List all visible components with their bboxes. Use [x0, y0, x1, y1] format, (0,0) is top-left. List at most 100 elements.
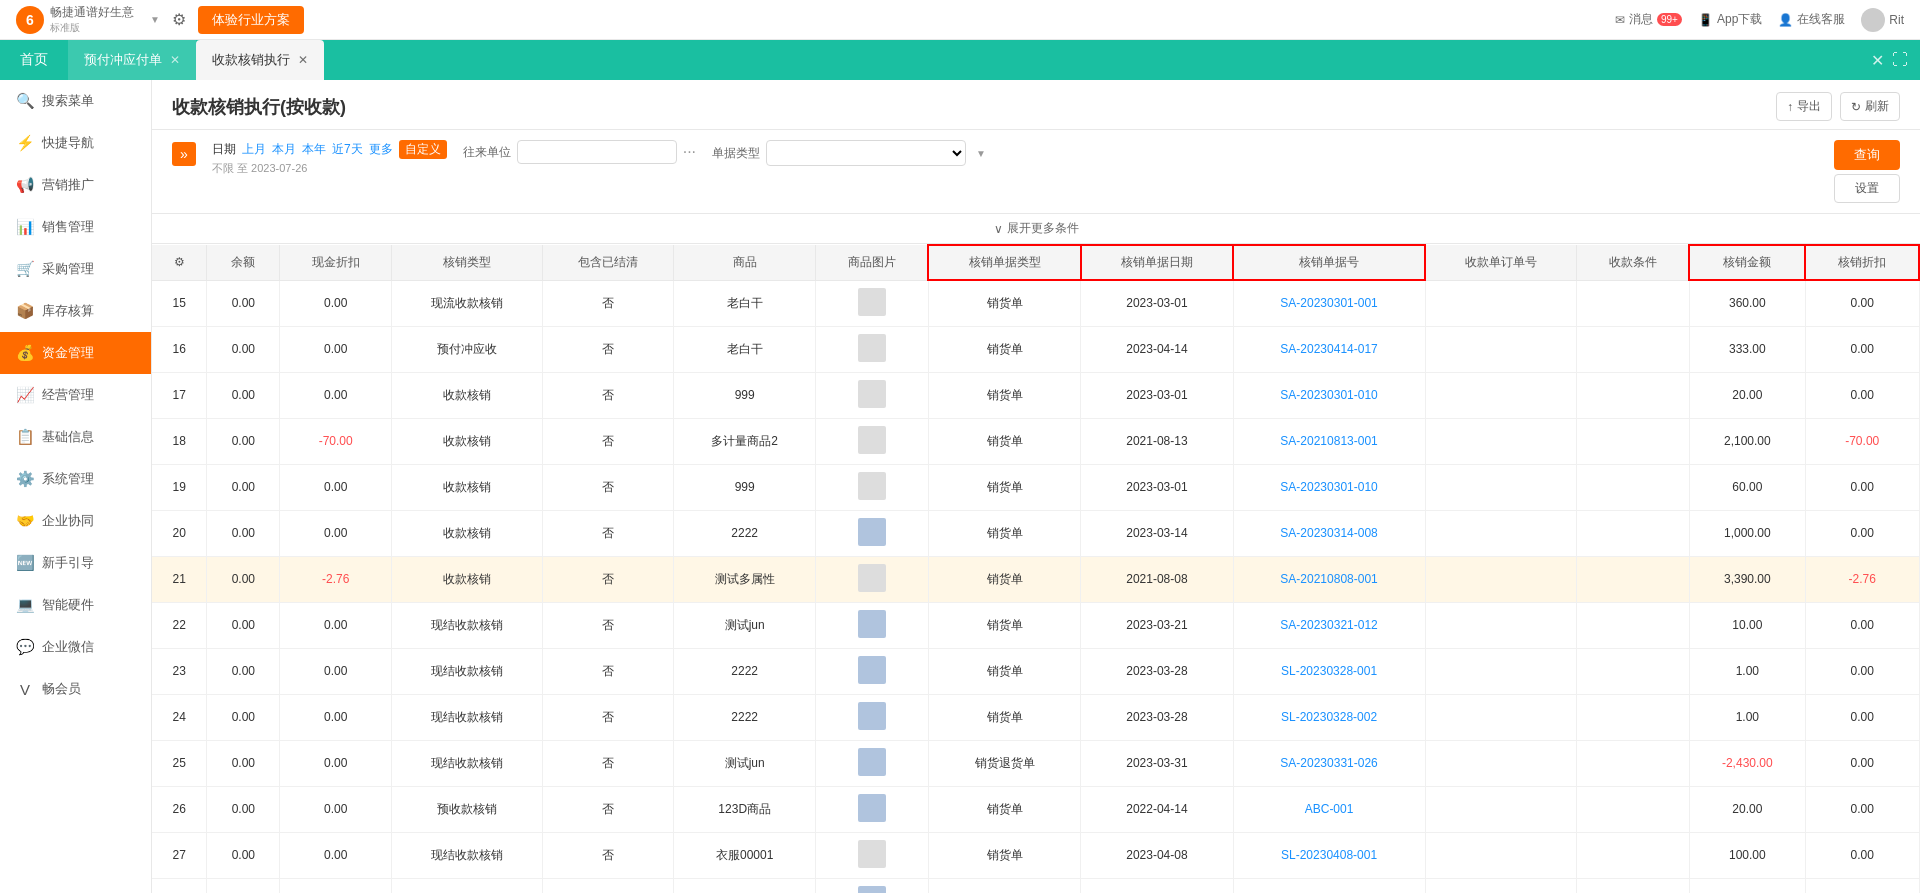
- filter-date-more[interactable]: 更多: [369, 141, 393, 158]
- cell-balance: 0.00: [207, 372, 280, 418]
- export-button[interactable]: ↑ 导出: [1776, 92, 1832, 121]
- filter-settings-button[interactable]: 设置: [1834, 174, 1900, 203]
- tab-minimize-icon[interactable]: ✕: [1871, 51, 1884, 70]
- sidebar-item-search[interactable]: 🔍 搜索菜单: [0, 80, 151, 122]
- sidebar-item-member[interactable]: V 畅会员: [0, 668, 151, 710]
- newbie-icon: 🆕: [16, 554, 34, 572]
- filter-date-year[interactable]: 本年: [302, 141, 326, 158]
- cell-row-no: 18: [152, 418, 207, 464]
- tab-prepay[interactable]: 预付冲应付单 ✕: [68, 40, 196, 80]
- refresh-button[interactable]: ↻ 刷新: [1840, 92, 1900, 121]
- cell-bill-no[interactable]: SA-20230301-001: [1280, 296, 1377, 310]
- cell-bill-no[interactable]: SA-20230321-012: [1233, 602, 1425, 648]
- cell-bill-no[interactable]: SL-20230328-001: [1281, 664, 1377, 678]
- sidebar-item-operations[interactable]: 📈 经营管理: [0, 374, 151, 416]
- sidebar-item-marketing[interactable]: 📢 营销推广: [0, 164, 151, 206]
- sidebar-item-sales[interactable]: 📊 销售管理: [0, 206, 151, 248]
- filter-date-recent[interactable]: 近7天: [332, 141, 363, 158]
- filter-partner-input[interactable]: [517, 140, 677, 164]
- message-button[interactable]: ✉ 消息 99+: [1615, 11, 1682, 28]
- cell-bill-no[interactable]: SL-20230328-002: [1281, 710, 1377, 724]
- industry-btn[interactable]: 体验行业方案: [198, 6, 304, 34]
- table-row: 160.000.00预付冲应收否老白干销货单2023-04-14SA-20230…: [152, 326, 1919, 372]
- cell-bill-no[interactable]: SA-20230414-017: [1280, 342, 1377, 356]
- online-service-button[interactable]: 👤 在线客服: [1778, 11, 1845, 28]
- tab-home[interactable]: 首页: [0, 40, 68, 80]
- cell-writeoff-discount: 0.00: [1805, 786, 1919, 832]
- sidebar-item-hardware[interactable]: 💻 智能硬件: [0, 584, 151, 626]
- cell-bill-no[interactable]: SA-20230321-012: [1280, 618, 1377, 632]
- sidebar-item-newbie[interactable]: 🆕 新手引导: [0, 542, 151, 584]
- logo-dropdown-icon[interactable]: ▼: [150, 14, 160, 25]
- cell-bill-no[interactable]: SA-20210813-001: [1233, 418, 1425, 464]
- cell-balance: 0.00: [207, 418, 280, 464]
- cell-bill-no[interactable]: SA-20210808-001: [1280, 572, 1377, 586]
- tab-writeoff[interactable]: 收款核销执行 ✕: [196, 40, 324, 80]
- cell-writeoff-discount: 0.00: [1805, 372, 1919, 418]
- cell-bill-no[interactable]: SA-20230314-008: [1233, 510, 1425, 556]
- col-header-include-settled: 包含已结清: [542, 245, 673, 280]
- cell-bill-no[interactable]: SA-20230301-010: [1233, 464, 1425, 510]
- cell-bill-no[interactable]: SL-20230328-002: [1233, 694, 1425, 740]
- cell-bill-no[interactable]: SA-20230301-010: [1280, 480, 1377, 494]
- cell-bill-no[interactable]: ABC-001: [1233, 786, 1425, 832]
- sidebar-item-label: 智能硬件: [42, 596, 94, 614]
- cell-bill-no[interactable]: SL-20230418-001: [1233, 878, 1425, 893]
- sidebar-item-purchase[interactable]: 🛒 采购管理: [0, 248, 151, 290]
- sidebar-item-system[interactable]: ⚙️ 系统管理: [0, 458, 151, 500]
- filter-expand-button[interactable]: »: [172, 142, 196, 166]
- cell-bill-no[interactable]: SA-20230414-017: [1233, 326, 1425, 372]
- table-row: 150.000.00现流收款核销否老白干销货单2023-03-01SA-2023…: [152, 280, 1919, 326]
- expand-more-label: 展开更多条件: [1007, 220, 1079, 237]
- filter-partner-dots[interactable]: ···: [683, 143, 696, 161]
- settings-gear-icon[interactable]: ⚙: [172, 10, 186, 29]
- export-icon: ↑: [1787, 100, 1793, 114]
- user-menu[interactable]: Rit: [1861, 8, 1904, 32]
- cell-bill-no[interactable]: SA-20230301-001: [1233, 280, 1425, 326]
- goods-image: [858, 610, 886, 638]
- sidebar-item-inventory[interactable]: 📦 库存核算: [0, 290, 151, 332]
- filter-date-current[interactable]: 本月: [272, 141, 296, 158]
- sidebar-item-quicknav[interactable]: ⚡ 快捷导航: [0, 122, 151, 164]
- cell-bill-no[interactable]: SL-20230328-001: [1233, 648, 1425, 694]
- sidebar-item-basic-info[interactable]: 📋 基础信息: [0, 416, 151, 458]
- cell-writeoff-type: 现流收款核销: [392, 878, 543, 893]
- cell-bill-no[interactable]: SL-20230408-001: [1233, 832, 1425, 878]
- filter-date-custom[interactable]: 自定义: [399, 140, 447, 159]
- cell-bill-no[interactable]: SA-20210808-001: [1233, 556, 1425, 602]
- filter-date-prev[interactable]: 上月: [242, 141, 266, 158]
- cell-include-settled: 否: [542, 602, 673, 648]
- sidebar-item-wechat[interactable]: 💬 企业微信: [0, 626, 151, 668]
- sales-icon: 📊: [16, 218, 34, 236]
- cell-goods: 老白干: [674, 326, 816, 372]
- cell-bill-date: 2021-08-13: [1081, 418, 1233, 464]
- page-header: 收款核销执行(按收款) ↑ 导出 ↻ 刷新: [152, 80, 1920, 130]
- cell-bill-no[interactable]: SA-20230301-010: [1233, 372, 1425, 418]
- cell-bill-no[interactable]: SL-20230408-001: [1281, 848, 1377, 862]
- tab-maximize-icon[interactable]: ⛶: [1892, 51, 1908, 69]
- cell-cash-discount: 0.00: [280, 464, 392, 510]
- cell-bill-no[interactable]: SA-20230331-026: [1233, 740, 1425, 786]
- cell-bill-no[interactable]: SA-20230314-008: [1280, 526, 1377, 540]
- app-download-button[interactable]: 📱 App下载: [1698, 11, 1762, 28]
- cell-row-no: 27: [152, 832, 207, 878]
- sidebar-item-finance[interactable]: 💰 资金管理: [0, 332, 151, 374]
- tab-writeoff-close-icon[interactable]: ✕: [298, 53, 308, 67]
- cell-bill-no[interactable]: SA-20210813-001: [1280, 434, 1377, 448]
- system-icon: ⚙️: [16, 470, 34, 488]
- cell-bill-type: 销货单: [928, 694, 1080, 740]
- sidebar-item-collab[interactable]: 🤝 企业协同: [0, 500, 151, 542]
- goods-image: [858, 794, 886, 822]
- tab-prepay-close-icon[interactable]: ✕: [170, 53, 180, 67]
- cell-writeoff-discount: 0.00: [1805, 878, 1919, 893]
- sidebar-item-label: 销售管理: [42, 218, 94, 236]
- cell-bill-no[interactable]: ABC-001: [1305, 802, 1354, 816]
- goods-image: [858, 518, 886, 546]
- cell-bill-no[interactable]: SA-20230331-026: [1280, 756, 1377, 770]
- expand-more-button[interactable]: ∨ 展开更多条件: [994, 220, 1079, 237]
- filter-billtype-select[interactable]: [766, 140, 966, 166]
- cell-include-settled: 否: [542, 510, 673, 556]
- query-button[interactable]: 查询: [1834, 140, 1900, 170]
- cell-bill-no[interactable]: SA-20230301-010: [1280, 388, 1377, 402]
- chevron-down-icon: ∨: [994, 222, 1003, 236]
